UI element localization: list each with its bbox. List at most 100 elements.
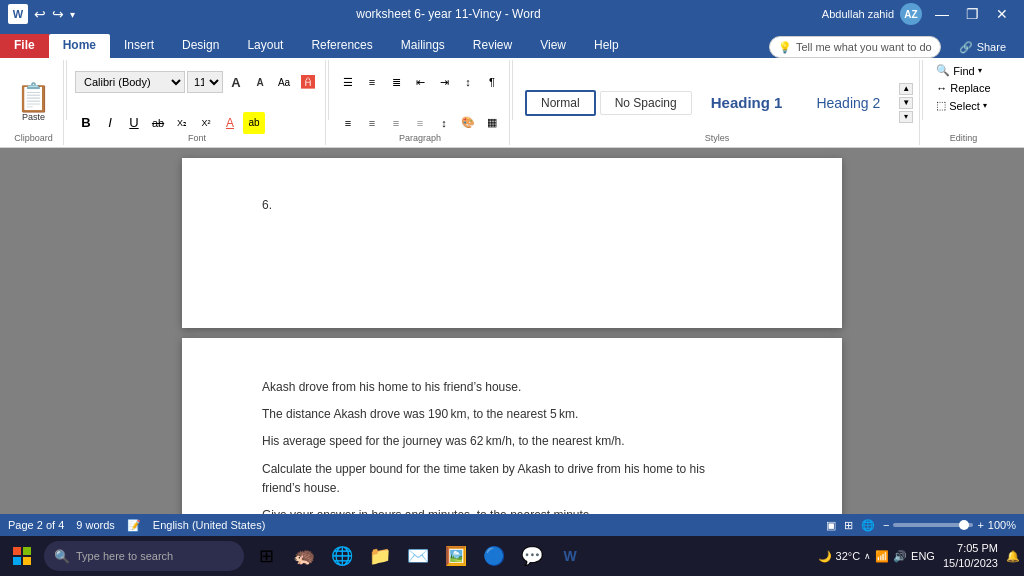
- tab-file[interactable]: File: [0, 34, 49, 58]
- superscript-btn[interactable]: X²: [195, 112, 217, 134]
- increase-indent-btn[interactable]: ⇥: [433, 71, 455, 93]
- style-heading1-btn[interactable]: Heading 1: [696, 89, 798, 116]
- page2-line5-text: friend’s house.: [262, 481, 340, 495]
- expand-styles-btn[interactable]: ▾: [899, 111, 913, 123]
- strikethrough-btn[interactable]: ab: [147, 112, 169, 134]
- replace-btn[interactable]: ↔ Replace: [931, 80, 995, 96]
- user-name: Abdullah zahid: [822, 8, 894, 20]
- select-btn[interactable]: ⬚ Select ▾: [931, 97, 995, 114]
- minimize-btn[interactable]: —: [928, 0, 956, 28]
- decrease-indent-btn[interactable]: ⇤: [409, 71, 431, 93]
- align-right-btn[interactable]: ≡: [385, 112, 407, 134]
- justify-btn[interactable]: ≡: [409, 112, 431, 134]
- tab-design[interactable]: Design: [168, 34, 233, 58]
- proofing-icon: 📝: [127, 519, 141, 532]
- svg-rect-0: [13, 547, 21, 555]
- notification-btn[interactable]: 🔔: [1006, 550, 1020, 563]
- tab-insert[interactable]: Insert: [110, 34, 168, 58]
- underline-btn[interactable]: U: [123, 112, 145, 134]
- scroll-down-btn[interactable]: ▼: [899, 97, 913, 109]
- chevron-icon[interactable]: ∧: [864, 551, 871, 561]
- maximize-btn[interactable]: ❐: [958, 0, 986, 28]
- align-left-btn[interactable]: ≡: [337, 112, 359, 134]
- styles-scrollbar[interactable]: ▲ ▼ ▾: [899, 81, 913, 125]
- tab-help[interactable]: Help: [580, 34, 633, 58]
- increase-font-btn[interactable]: A: [225, 71, 247, 93]
- borders-btn[interactable]: ▦: [481, 112, 503, 134]
- tab-references[interactable]: References: [297, 34, 386, 58]
- shading-btn[interactable]: 🎨: [457, 112, 479, 134]
- style-normal-btn[interactable]: Normal: [525, 90, 596, 116]
- view-normal-icon[interactable]: ▣: [826, 519, 836, 532]
- tab-review[interactable]: Review: [459, 34, 526, 58]
- undo-btn[interactable]: ↩: [34, 6, 46, 22]
- tab-mailings[interactable]: Mailings: [387, 34, 459, 58]
- bold-btn[interactable]: B: [75, 112, 97, 134]
- numbering-btn[interactable]: ≡: [361, 71, 383, 93]
- font-color-btn[interactable]: A: [219, 112, 241, 134]
- paragraph-group: ☰ ≡ ≣ ⇤ ⇥ ↕ ¶ ≡ ≡ ≡ ≡ ↕ 🎨 ▦ Paragraph: [331, 60, 510, 145]
- explorer-icon[interactable]: 📁: [362, 538, 398, 574]
- taskview-btn[interactable]: ⊞: [248, 538, 284, 574]
- zoom-level: 100%: [988, 519, 1016, 531]
- sort-btn[interactable]: ↕: [457, 71, 479, 93]
- find-dropdown-icon: ▾: [978, 66, 982, 75]
- paste-label: Paste: [22, 112, 45, 122]
- group-separator-2: [328, 60, 329, 120]
- photos-icon[interactable]: 🖼️: [438, 538, 474, 574]
- whatsapp-icon[interactable]: 💬: [514, 538, 550, 574]
- multilevel-btn[interactable]: ≣: [385, 71, 407, 93]
- hedgehog-icon[interactable]: 🦔: [286, 538, 322, 574]
- search-icon: 🔍: [54, 549, 70, 564]
- zoom-area: − + 100%: [883, 519, 1016, 531]
- share-button[interactable]: 🔗 Share: [949, 37, 1016, 58]
- show-marks-btn[interactable]: ¶: [481, 71, 503, 93]
- style-heading2-btn[interactable]: Heading 2: [801, 90, 895, 116]
- tell-me-text: Tell me what you want to do: [796, 41, 932, 53]
- zoom-out-btn[interactable]: −: [883, 519, 889, 531]
- zoom-in-btn[interactable]: +: [977, 519, 983, 531]
- decrease-font-btn[interactable]: A: [249, 71, 271, 93]
- align-center-btn[interactable]: ≡: [361, 112, 383, 134]
- group-separator-4: [922, 60, 923, 120]
- network-icon: 📶: [875, 550, 889, 563]
- edge-icon[interactable]: 🌐: [324, 538, 360, 574]
- line-spacing-btn[interactable]: ↕: [433, 112, 455, 134]
- view-web-icon[interactable]: 🌐: [861, 519, 875, 532]
- close-btn[interactable]: ✕: [988, 0, 1016, 28]
- zoom-slider[interactable]: [893, 523, 973, 527]
- italic-btn[interactable]: I: [99, 112, 121, 134]
- find-btn[interactable]: 🔍 Find ▾: [931, 62, 995, 79]
- taskbar-left: 🔍 Type here to search ⊞ 🦔 🌐 📁 ✉️ 🖼️ 🔵 💬 …: [4, 538, 588, 574]
- bullets-btn[interactable]: ☰: [337, 71, 359, 93]
- windows-icon: [13, 547, 31, 565]
- view-layout-icon[interactable]: ⊞: [844, 519, 853, 532]
- page2-content: Akash drove from his home to his friend’…: [262, 378, 762, 514]
- word-taskbar-icon[interactable]: W: [552, 538, 588, 574]
- share-label: Share: [977, 41, 1006, 53]
- mail-icon[interactable]: ✉️: [400, 538, 436, 574]
- paste-icon: 📋: [16, 84, 51, 112]
- chrome-icon[interactable]: 🔵: [476, 538, 512, 574]
- change-case-btn[interactable]: Aa: [273, 71, 295, 93]
- taskbar-search[interactable]: 🔍 Type here to search: [44, 541, 244, 571]
- tab-view[interactable]: View: [526, 34, 580, 58]
- font-size-select[interactable]: 11: [187, 71, 223, 93]
- tab-home[interactable]: Home: [49, 34, 110, 58]
- subscript-btn[interactable]: X₂: [171, 112, 193, 134]
- paste-button[interactable]: 📋 Paste: [10, 82, 57, 124]
- highlight-btn[interactable]: ab: [243, 112, 265, 134]
- volume-icon: 🔊: [893, 550, 907, 563]
- font-family-select[interactable]: Calibri (Body): [75, 71, 185, 93]
- start-button[interactable]: [4, 538, 40, 574]
- redo-btn[interactable]: ↪: [52, 6, 64, 22]
- page-info: Page 2 of 4: [8, 519, 64, 531]
- scroll-up-btn[interactable]: ▲: [899, 83, 913, 95]
- tell-me-input[interactable]: 💡 Tell me what you want to do: [769, 36, 941, 58]
- lightbulb-icon: 💡: [778, 41, 792, 54]
- style-no-spacing-btn[interactable]: No Spacing: [600, 91, 692, 115]
- date-display: 15/10/2023: [943, 556, 998, 571]
- tab-layout[interactable]: Layout: [233, 34, 297, 58]
- clear-format-btn[interactable]: 🅰: [297, 71, 319, 93]
- taskbar-pinned-icons: ⊞ 🦔 🌐 📁 ✉️ 🖼️ 🔵 💬 W: [248, 538, 588, 574]
